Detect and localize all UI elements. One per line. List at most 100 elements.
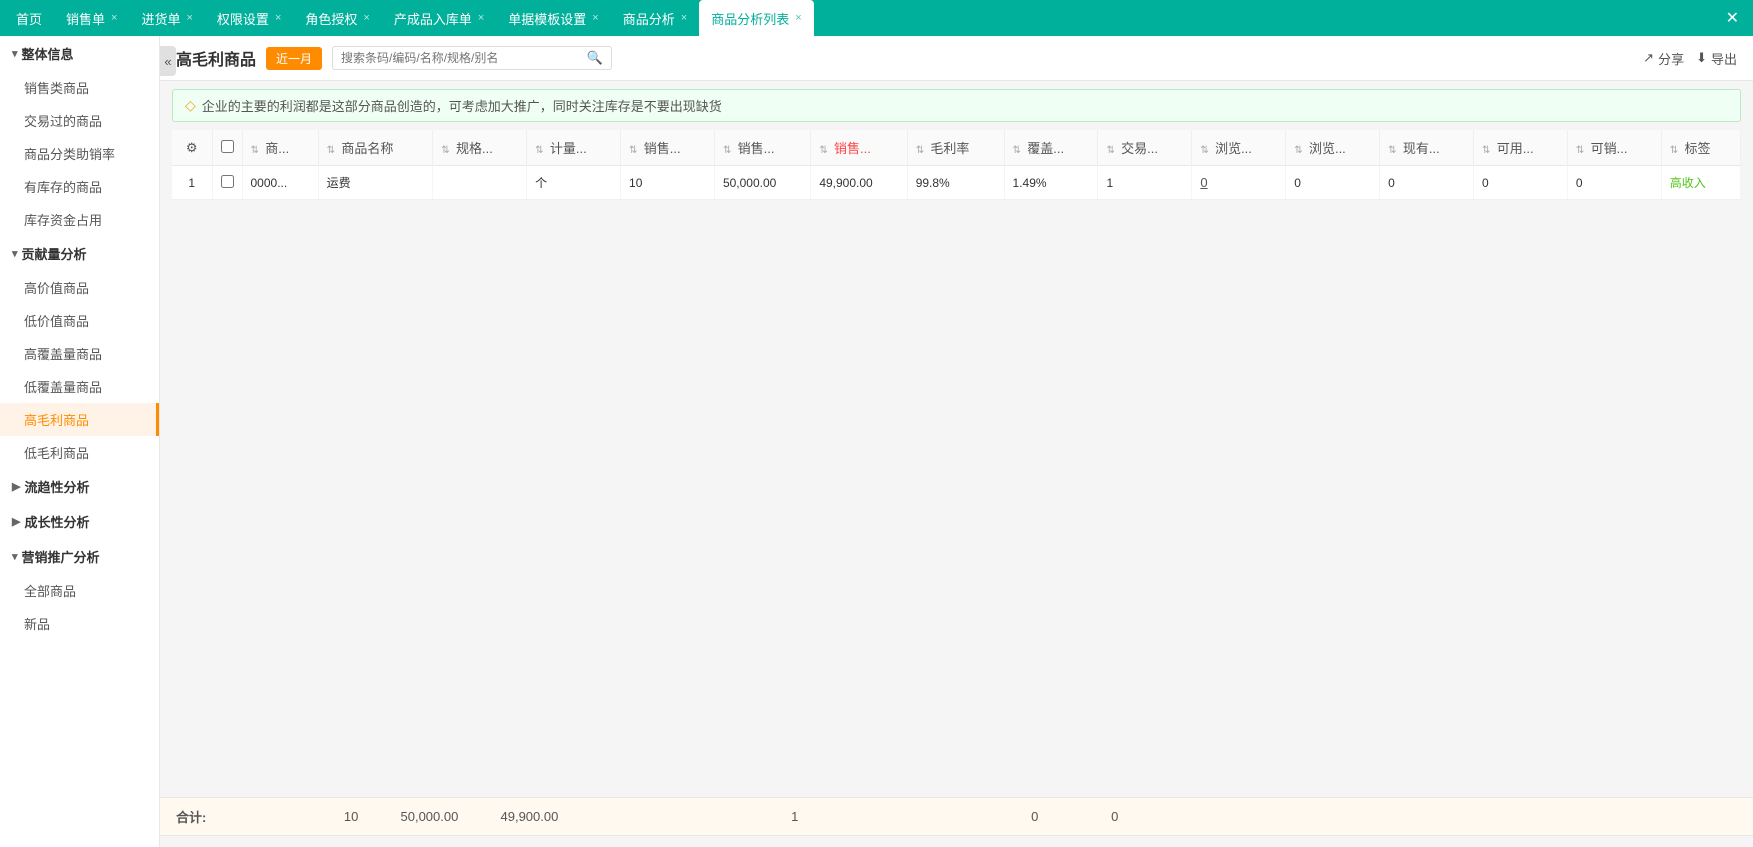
sidebar-item-all-goods[interactable]: 全部商品 (0, 574, 159, 607)
nav-product-analysis[interactable]: 商品分析 × (611, 0, 699, 36)
nav-sales-order[interactable]: 销售单 × (54, 0, 129, 36)
col-sellable-stock-sort: ⇅ (1576, 145, 1584, 156)
nav-close-all[interactable]: ✕ (1716, 8, 1749, 28)
sidebar-item-stock-capital[interactable]: 库存资金占用 (0, 203, 159, 236)
cell-transactions: 1 (1098, 166, 1192, 200)
col-transactions[interactable]: ⇅ 交易... (1098, 130, 1192, 166)
nav-purchase-order[interactable]: 进货单 × (129, 0, 204, 36)
col-available-stock[interactable]: ⇅ 可用... (1474, 130, 1568, 166)
col-current-stock[interactable]: ⇅ 现有... (1380, 130, 1474, 166)
sidebar-item-sales-goods[interactable]: 销售类商品 (0, 71, 159, 104)
col-coverage-sort: ⇅ (1013, 145, 1021, 156)
footer-total-label: 合计: (176, 807, 206, 826)
col-gross-margin[interactable]: ⇅ 毛利率 (907, 130, 1004, 166)
footer-spacer3 (806, 809, 886, 824)
footer-transactions: 1 (726, 809, 806, 824)
col-sales-qty-sort: ⇅ (629, 145, 637, 156)
cell-checkbox (212, 166, 242, 200)
nav-product-analysis-list[interactable]: 商品分析列表 × (699, 0, 813, 36)
nav-template-settings-close[interactable]: × (592, 12, 598, 24)
cell-current-stock: 0 (1380, 166, 1474, 200)
horizontal-scrollbar[interactable] (160, 835, 1753, 847)
share-button[interactable]: ↗ 分享 (1643, 49, 1684, 68)
footer-available-stock: 0 (1046, 809, 1126, 824)
col-sales-amount-sort: ⇅ (723, 145, 731, 156)
tip-bar: ◇ 企业的主要的利润都是这部分商品创造的，可考虑加大推广，同时关注库存是不要出现… (172, 89, 1741, 122)
nav-permission[interactable]: 权限设置 × (205, 0, 293, 36)
cell-views1: 0 (1192, 166, 1286, 200)
table-wrapper[interactable]: ⚙ ⇅ 商... ⇅ 商品名称 (172, 130, 1741, 797)
footer-spacer1 (566, 809, 646, 824)
nav-product-analysis-close[interactable]: × (681, 12, 687, 24)
filter-recent-month-button[interactable]: 近一月 (266, 47, 322, 70)
sidebar-item-low-coverage[interactable]: 低覆盖量商品 (0, 370, 159, 403)
nav-sales-order-close[interactable]: × (111, 12, 117, 24)
footer-current-stock: 0 (966, 809, 1046, 824)
col-views2[interactable]: ⇅ 浏览... (1286, 130, 1380, 166)
col-coverage[interactable]: ⇅ 覆盖... (1004, 130, 1098, 166)
sidebar-item-traded-goods[interactable]: 交易过的商品 (0, 104, 159, 137)
nav-role-auth[interactable]: 角色授权 × (293, 0, 381, 36)
sidebar-section-marketing[interactable]: ▾ 营销推广分析 (0, 539, 159, 574)
sidebar-item-new-goods[interactable]: 新品 (0, 607, 159, 640)
export-button[interactable]: ⬇ 导出 (1696, 49, 1737, 68)
footer-sales-profit: 49,900.00 (466, 809, 566, 824)
col-sales-amount[interactable]: ⇅ 销售... (714, 130, 810, 166)
sidebar-collapse-button[interactable]: « (160, 46, 176, 76)
nav-permission-close[interactable]: × (275, 12, 281, 24)
share-icon: ↗ (1643, 50, 1654, 66)
col-views2-sort: ⇅ (1294, 145, 1302, 156)
cell-name: 运费 (318, 166, 433, 200)
col-views1[interactable]: ⇅ 浏览... (1192, 130, 1286, 166)
sidebar-item-high-value[interactable]: 高价值商品 (0, 271, 159, 304)
settings-icon[interactable]: ⚙ (186, 140, 198, 155)
col-transactions-sort: ⇅ (1106, 145, 1114, 156)
sidebar-section-overall[interactable]: ▾ 整体信息 (0, 36, 159, 71)
search-icon[interactable]: 🔍 (587, 50, 603, 66)
main-layout: ▾ 整体信息 销售类商品 交易过的商品 商品分类助销率 有库存的商品 库存资金占… (0, 36, 1753, 847)
footer-sales-qty: 10 (246, 809, 366, 824)
select-all-checkbox[interactable] (221, 140, 234, 153)
nav-product-storage[interactable]: 产成品入库单 × (382, 0, 496, 36)
section-growth-arrow: ▶ (12, 515, 20, 528)
sidebar-section-contribution[interactable]: ▾ 贡献量分析 (0, 236, 159, 271)
cell-sales-amount: 50,000.00 (714, 166, 810, 200)
col-spec-sort: ⇅ (441, 145, 449, 156)
cell-sales-qty: 10 (621, 166, 715, 200)
col-spec[interactable]: ⇅ 规格... (433, 130, 527, 166)
col-name-sort: ⇅ (327, 145, 335, 156)
col-sales-profit[interactable]: ⇅ 销售... (811, 130, 907, 166)
col-gross-margin-sort: ⇅ (916, 145, 924, 156)
col-sales-qty[interactable]: ⇅ 销售... (621, 130, 715, 166)
sidebar-item-low-value[interactable]: 低价值商品 (0, 304, 159, 337)
col-sellable-stock[interactable]: ⇅ 可销... (1567, 130, 1661, 166)
nav-home[interactable]: 首页 (4, 0, 54, 36)
sidebar-section-growth[interactable]: ▶ 成长性分析 (0, 504, 159, 539)
nav-product-storage-close[interactable]: × (478, 12, 484, 24)
sidebar-section-trend[interactable]: ▶ 流趋性分析 (0, 469, 159, 504)
col-unit[interactable]: ⇅ 计量... (527, 130, 621, 166)
sidebar-item-low-margin[interactable]: 低毛利商品 (0, 436, 159, 469)
row-checkbox[interactable] (221, 175, 234, 188)
col-sales-profit-sort: ⇅ (819, 145, 827, 156)
col-code[interactable]: ⇅ 商... (242, 130, 318, 166)
sidebar-item-in-stock[interactable]: 有库存的商品 (0, 170, 159, 203)
nav-product-analysis-list-close[interactable]: × (795, 12, 801, 24)
col-tag[interactable]: ⇅ 标签 (1661, 130, 1740, 166)
nav-purchase-order-close[interactable]: × (186, 12, 192, 24)
col-available-stock-sort: ⇅ (1482, 145, 1490, 156)
section-overall-arrow: ▾ (12, 47, 18, 60)
sidebar-item-high-margin[interactable]: 高毛利商品 (0, 403, 159, 436)
table-header-row: ⚙ ⇅ 商... ⇅ 商品名称 (172, 130, 1741, 166)
sidebar-item-category-rate[interactable]: 商品分类助销率 (0, 137, 159, 170)
cell-num: 1 (172, 166, 212, 200)
nav-template-settings[interactable]: 单据模板设置 × (496, 0, 610, 36)
cell-sellable-stock: 0 (1567, 166, 1661, 200)
search-input[interactable] (341, 51, 587, 65)
col-name[interactable]: ⇅ 商品名称 (318, 130, 433, 166)
col-num: ⚙ (172, 130, 212, 166)
cell-views1-link[interactable]: 0 (1200, 175, 1207, 190)
tip-icon: ◇ (185, 97, 196, 114)
sidebar-item-high-coverage[interactable]: 高覆盖量商品 (0, 337, 159, 370)
nav-role-auth-close[interactable]: × (363, 12, 369, 24)
